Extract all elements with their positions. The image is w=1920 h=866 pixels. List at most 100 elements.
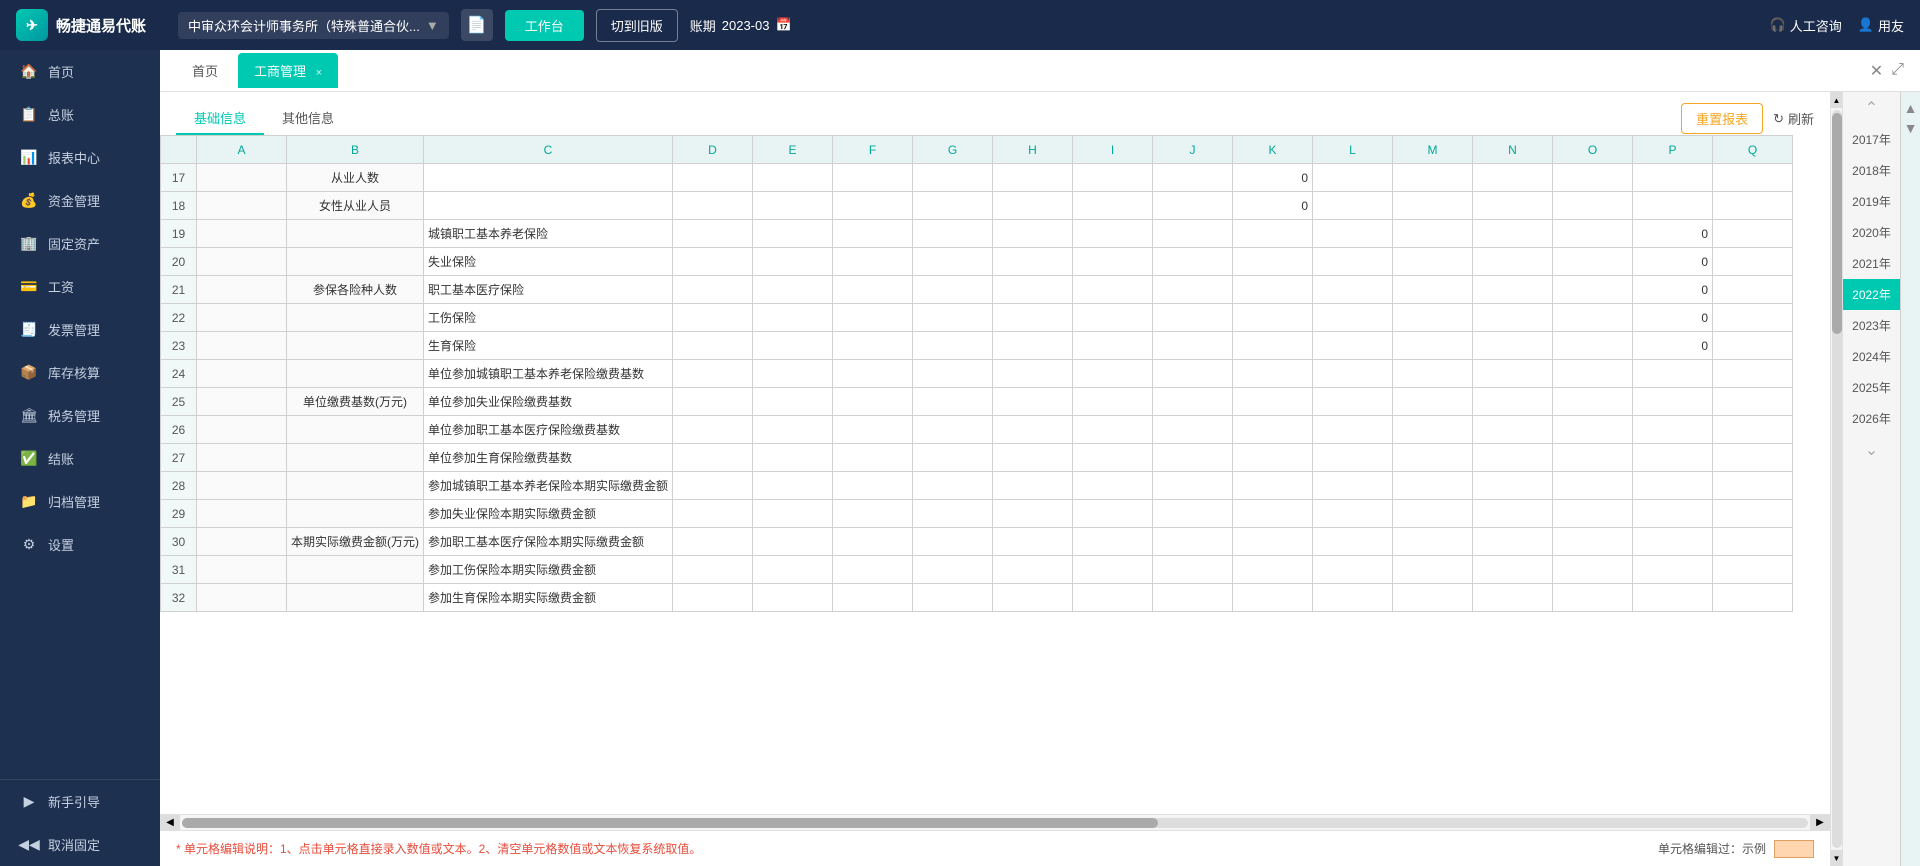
h-scroll-right-button[interactable]: ▶	[1810, 815, 1830, 831]
cell-31-g[interactable]	[913, 556, 993, 584]
cell-26-e[interactable]	[753, 416, 833, 444]
cell-21-h[interactable]	[993, 276, 1073, 304]
cell-21-b[interactable]: 参保各险种人数	[287, 276, 424, 304]
cell-18-n[interactable]	[1473, 192, 1553, 220]
cell-24-f[interactable]	[833, 360, 913, 388]
cell-21-a[interactable]	[197, 276, 287, 304]
cell-26-a[interactable]	[197, 416, 287, 444]
cell-19-p[interactable]: 0	[1633, 220, 1713, 248]
old-version-button[interactable]: 切到旧版	[596, 9, 678, 42]
cell-18-i[interactable]	[1073, 192, 1153, 220]
cell-32-j[interactable]	[1153, 584, 1233, 612]
year-item-2018[interactable]: 2018年	[1843, 155, 1900, 186]
cell-17-d[interactable]	[673, 164, 753, 192]
cell-25-g[interactable]	[913, 388, 993, 416]
cell-31-f[interactable]	[833, 556, 913, 584]
cell-25-h[interactable]	[993, 388, 1073, 416]
cell-17-a[interactable]	[197, 164, 287, 192]
cell-22-a[interactable]	[197, 304, 287, 332]
cell-19-g[interactable]	[913, 220, 993, 248]
cell-27-p[interactable]	[1633, 444, 1713, 472]
v-scroll-thumb[interactable]	[1832, 113, 1842, 334]
cell-24-h[interactable]	[993, 360, 1073, 388]
cell-30-g[interactable]	[913, 528, 993, 556]
cell-28-o[interactable]	[1553, 472, 1633, 500]
cell-29-a[interactable]	[197, 500, 287, 528]
cell-21-f[interactable]	[833, 276, 913, 304]
cell-23-j[interactable]	[1153, 332, 1233, 360]
cell-20-e[interactable]	[753, 248, 833, 276]
cell-28-d[interactable]	[673, 472, 753, 500]
cell-20-m[interactable]	[1393, 248, 1473, 276]
cell-27-i[interactable]	[1073, 444, 1153, 472]
cell-20-p[interactable]: 0	[1633, 248, 1713, 276]
cell-31-d[interactable]	[673, 556, 753, 584]
cell-31-k[interactable]	[1233, 556, 1313, 584]
cell-21-k[interactable]	[1233, 276, 1313, 304]
company-selector[interactable]: 中审众环会计师事务所（特殊普通合伙... ▼	[178, 12, 449, 39]
cell-24-o[interactable]	[1553, 360, 1633, 388]
cell-31-j[interactable]	[1153, 556, 1233, 584]
cell-26-m[interactable]	[1393, 416, 1473, 444]
sub-tab-other-info[interactable]: 其他信息	[264, 102, 352, 135]
cell-30-n[interactable]	[1473, 528, 1553, 556]
cell-30-k[interactable]	[1233, 528, 1313, 556]
cell-25-c[interactable]: 单位参加失业保险缴费基数	[424, 388, 673, 416]
sidebar-item-salary[interactable]: 💳 工资	[0, 265, 160, 308]
cell-18-m[interactable]	[1393, 192, 1473, 220]
sidebar-item-inventory[interactable]: 📦 库存核算	[0, 351, 160, 394]
cell-29-j[interactable]	[1153, 500, 1233, 528]
cell-22-o[interactable]	[1553, 304, 1633, 332]
cell-28-n[interactable]	[1473, 472, 1553, 500]
cell-18-d[interactable]	[673, 192, 753, 220]
cell-31-p[interactable]	[1633, 556, 1713, 584]
cell-26-h[interactable]	[993, 416, 1073, 444]
expand-icon[interactable]: ⤢	[1891, 61, 1904, 81]
cell-29-h[interactable]	[993, 500, 1073, 528]
cell-23-a[interactable]	[197, 332, 287, 360]
cell-24-e[interactable]	[753, 360, 833, 388]
tab-home[interactable]: 首页	[176, 53, 234, 88]
cell-25-b[interactable]: 单位缴费基数(万元)	[287, 388, 424, 416]
cell-28-q[interactable]	[1713, 472, 1793, 500]
cell-27-g[interactable]	[913, 444, 993, 472]
sidebar-item-fixed[interactable]: 🏢 固定资产	[0, 222, 160, 265]
cell-17-e[interactable]	[753, 164, 833, 192]
cell-24-c[interactable]: 单位参加城镇职工基本养老保险缴费基数	[424, 360, 673, 388]
cell-19-l[interactable]	[1313, 220, 1393, 248]
sub-tab-basic-info[interactable]: 基础信息	[176, 102, 264, 135]
cell-26-b[interactable]	[287, 416, 424, 444]
cell-27-n[interactable]	[1473, 444, 1553, 472]
cell-30-l[interactable]	[1313, 528, 1393, 556]
cell-27-c[interactable]: 单位参加生育保险缴费基数	[424, 444, 673, 472]
cell-20-q[interactable]	[1713, 248, 1793, 276]
cell-19-e[interactable]	[753, 220, 833, 248]
cell-21-e[interactable]	[753, 276, 833, 304]
cell-32-k[interactable]	[1233, 584, 1313, 612]
cell-19-q[interactable]	[1713, 220, 1793, 248]
cell-22-e[interactable]	[753, 304, 833, 332]
cell-25-i[interactable]	[1073, 388, 1153, 416]
cell-28-b[interactable]	[287, 472, 424, 500]
cell-27-e[interactable]	[753, 444, 833, 472]
cell-17-f[interactable]	[833, 164, 913, 192]
cell-30-d[interactable]	[673, 528, 753, 556]
sidebar-item-archive[interactable]: 📁 归档管理	[0, 480, 160, 523]
cell-31-o[interactable]	[1553, 556, 1633, 584]
v-scroll-up-button[interactable]: ▲	[1831, 92, 1843, 108]
cell-23-h[interactable]	[993, 332, 1073, 360]
sidebar-item-fund[interactable]: 💰 资金管理	[0, 179, 160, 222]
cell-21-p[interactable]: 0	[1633, 276, 1713, 304]
cell-19-o[interactable]	[1553, 220, 1633, 248]
cell-25-k[interactable]	[1233, 388, 1313, 416]
cell-18-e[interactable]	[753, 192, 833, 220]
cell-24-p[interactable]	[1633, 360, 1713, 388]
horizontal-scrollbar[interactable]: ◀ ▶	[160, 814, 1830, 830]
cell-20-b[interactable]	[287, 248, 424, 276]
cell-21-j[interactable]	[1153, 276, 1233, 304]
spreadsheet-wrapper[interactable]: A B C D E F G H I J K L	[160, 135, 1830, 814]
cell-29-m[interactable]	[1393, 500, 1473, 528]
cell-31-i[interactable]	[1073, 556, 1153, 584]
sidebar-item-checkout[interactable]: ✅ 结账	[0, 437, 160, 480]
cell-18-p[interactable]	[1633, 192, 1713, 220]
